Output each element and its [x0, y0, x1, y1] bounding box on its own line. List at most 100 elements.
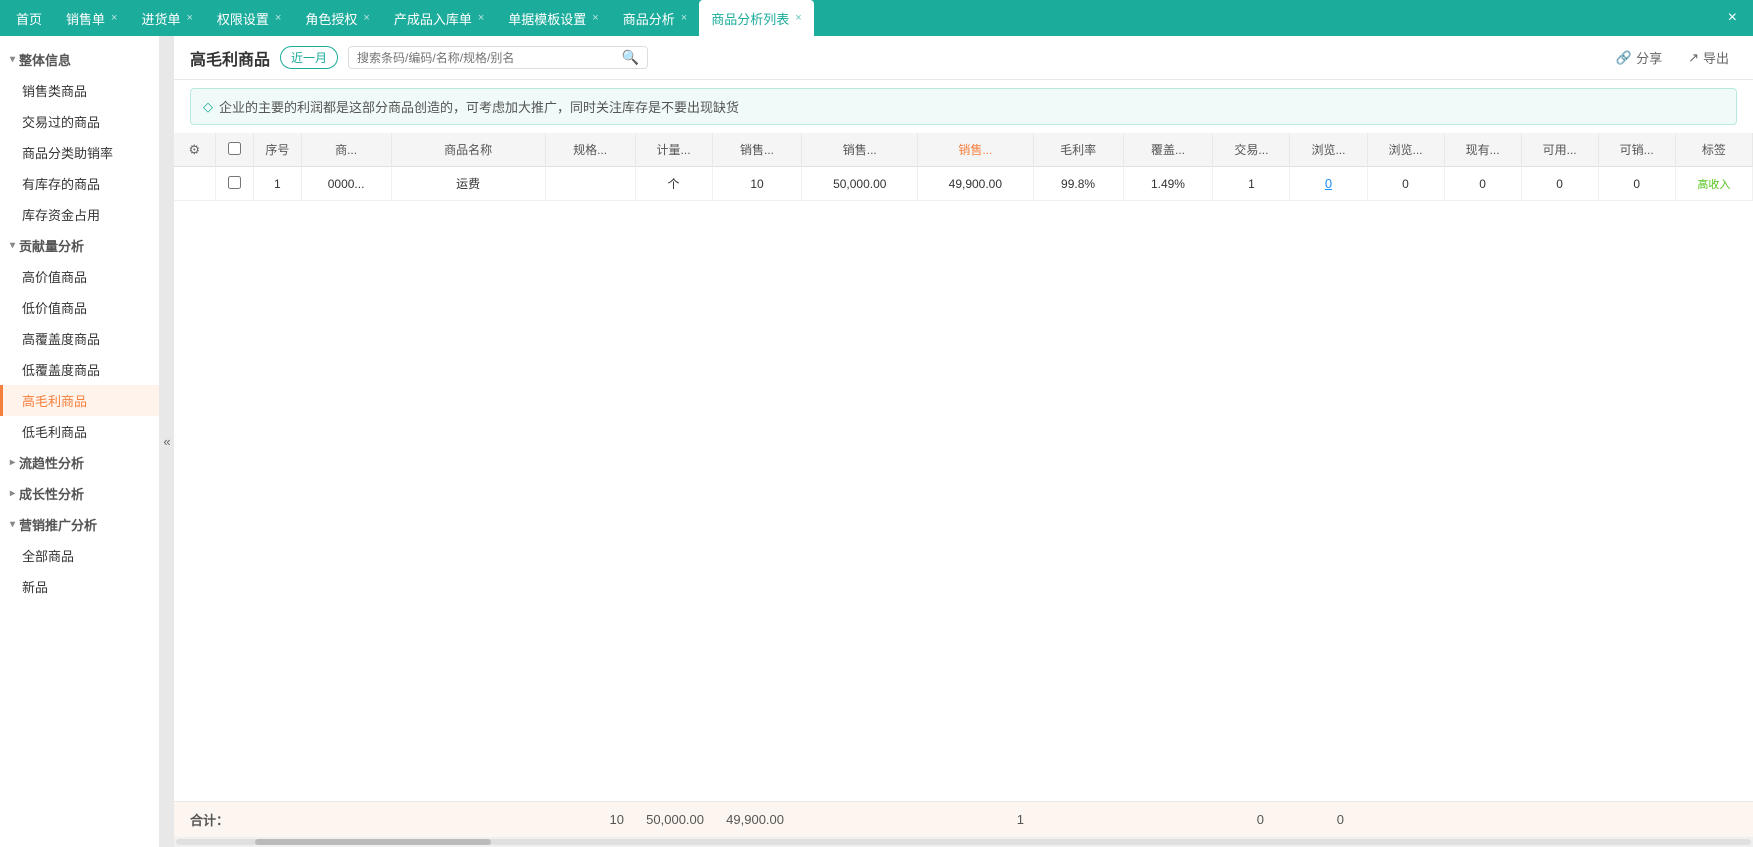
footer-label: 合计： — [190, 810, 250, 829]
tip-icon: ◇ — [203, 99, 213, 115]
col-sales-cost: 销售... — [918, 133, 1034, 167]
col-transactions: 交易... — [1213, 133, 1290, 167]
sidebar: ▾ 整体信息 销售类商品 交易过的商品 商品分类助销率 有库存的商品 库存资金占… — [0, 36, 160, 847]
footer-sales-qty: 10 — [560, 812, 640, 827]
cell-code: 0000... — [301, 167, 391, 201]
scrollbar-thumb[interactable] — [255, 839, 491, 845]
col-views1: 浏览... — [1290, 133, 1367, 167]
table-container[interactable]: ⚙ 序号 商... 商品名称 规格... 计量... 销售... 销售... 销… — [174, 133, 1753, 801]
arrow-right-icon: ▸ — [10, 457, 15, 468]
sidebar-item-in-stock[interactable]: 有库存的商品 — [0, 168, 159, 199]
cell-index: 1 — [254, 167, 302, 201]
col-coverage: 覆盖... — [1123, 133, 1213, 167]
close-tab-template[interactable]: × — [592, 12, 598, 24]
cell-checkbox[interactable] — [215, 167, 254, 201]
col-current-stock: 现有... — [1444, 133, 1521, 167]
share-icon: 🔗 — [1616, 50, 1632, 66]
sidebar-item-high-coverage[interactable]: 高覆盖度商品 — [0, 323, 159, 354]
col-gross-margin: 毛利率 — [1033, 133, 1123, 167]
info-banner: ◇ 企业的主要的利润都是这部分商品创造的，可考虑加大推广，同时关注库存是不要出现… — [190, 88, 1737, 125]
sidebar-item-high-margin[interactable]: 高毛利商品 — [0, 385, 159, 416]
settings-icon[interactable]: ⚙ — [188, 142, 200, 157]
sidebar-group-contribution[interactable]: ▾ 贡献量分析 — [0, 230, 159, 261]
tab-template[interactable]: 单据模板设置 × — [496, 0, 610, 36]
sidebar-toggle-button[interactable]: « — [160, 36, 174, 847]
tab-permissions[interactable]: 权限设置 × — [205, 0, 293, 36]
close-tab-sales[interactable]: × — [111, 12, 117, 24]
sidebar-wrapper: ▾ 整体信息 销售类商品 交易过的商品 商品分类助销率 有库存的商品 库存资金占… — [0, 36, 174, 847]
filter-period-button[interactable]: 近一月 — [280, 46, 338, 69]
col-available-stock: 可用... — [1521, 133, 1598, 167]
sidebar-group-marketing[interactable]: ▾ 营销推广分析 — [0, 509, 159, 540]
main-layout: ▾ 整体信息 销售类商品 交易过的商品 商品分类助销率 有库存的商品 库存资金占… — [0, 36, 1753, 847]
cell-sales-qty: 10 — [712, 167, 802, 201]
select-all-checkbox[interactable] — [228, 142, 241, 155]
tag-badge: 高收入 — [1697, 179, 1730, 191]
footer-empty3 — [430, 812, 500, 827]
sidebar-item-sales-goods[interactable]: 销售类商品 — [0, 75, 159, 106]
views1-link[interactable]: 0 — [1325, 176, 1332, 191]
export-button[interactable]: ↗ 导出 — [1680, 44, 1737, 71]
tab-home[interactable]: 首页 — [4, 0, 54, 36]
sidebar-group-trend[interactable]: ▸ 流趋性分析 — [0, 447, 159, 478]
sidebar-item-stock-funds[interactable]: 库存资金占用 — [0, 199, 159, 230]
close-tab-permissions[interactable]: × — [275, 12, 281, 24]
arrow-down-icon: ▾ — [10, 54, 15, 65]
top-navigation: 首页 销售单 × 进货单 × 权限设置 × 角色授权 × 产成品入库单 × 单据… — [0, 0, 1753, 36]
footer-empty4 — [500, 812, 560, 827]
page-title: 高毛利商品 — [190, 46, 270, 70]
col-views2: 浏览... — [1367, 133, 1444, 167]
close-tab-analysis-list[interactable]: × — [795, 12, 801, 24]
col-index: 序号 — [254, 133, 302, 167]
cell-unit: 个 — [635, 167, 712, 201]
share-button[interactable]: 🔗 分享 — [1608, 44, 1670, 71]
table-row: 1 0000... 运费 个 10 50,000.00 49,900.00 99… — [174, 167, 1753, 201]
col-code: 商... — [301, 133, 391, 167]
tab-purchase[interactable]: 进货单 × — [129, 0, 204, 36]
search-icon[interactable]: 🔍 — [622, 49, 639, 66]
content-header: 高毛利商品 近一月 🔍 🔗 分享 ↗ 导出 — [174, 36, 1753, 80]
tab-roles[interactable]: 角色授权 × — [293, 0, 381, 36]
sidebar-item-new-products[interactable]: 新品 — [0, 571, 159, 602]
cell-spec — [545, 167, 635, 201]
search-input[interactable] — [357, 51, 622, 65]
footer-sales-cost: 49,900.00 — [720, 812, 800, 827]
arrow-down-icon-3: ▾ — [10, 519, 15, 530]
horizontal-scrollbar[interactable] — [174, 837, 1753, 847]
footer-summary: 合计： 10 50,000.00 49,900.00 1 0 0 — [174, 801, 1753, 837]
window-close-button[interactable]: × — [1716, 9, 1749, 27]
content-area: 高毛利商品 近一月 🔍 🔗 分享 ↗ 导出 ◇ 企业的主要的利润都是这部分商品创… — [174, 36, 1753, 847]
footer-empty8 — [1120, 812, 1200, 827]
cell-sellable-stock: 0 — [1598, 167, 1675, 201]
cell-transactions: 1 — [1213, 167, 1290, 201]
sidebar-item-high-value[interactable]: 高价值商品 — [0, 261, 159, 292]
close-tab-roles[interactable]: × — [363, 12, 369, 24]
export-icon: ↗ — [1688, 50, 1699, 66]
row-checkbox[interactable] — [228, 176, 241, 189]
col-settings[interactable]: ⚙ — [174, 133, 215, 167]
tab-finished-goods[interactable]: 产成品入库单 × — [382, 0, 496, 36]
scrollbar-track[interactable] — [176, 839, 1751, 845]
sidebar-group-growth[interactable]: ▸ 成长性分析 — [0, 478, 159, 509]
cell-tag: 高收入 — [1675, 167, 1752, 201]
close-tab-purchase[interactable]: × — [186, 12, 192, 24]
footer-current-stock: 0 — [1200, 812, 1280, 827]
tab-analysis-list[interactable]: 商品分析列表 × — [699, 0, 813, 36]
sidebar-item-category-rate[interactable]: 商品分类助销率 — [0, 137, 159, 168]
footer-empty1 — [270, 812, 340, 827]
sidebar-group-overall[interactable]: ▾ 整体信息 — [0, 44, 159, 75]
footer-empty6 — [880, 812, 960, 827]
tab-product-analysis[interactable]: 商品分析 × — [611, 0, 699, 36]
col-checkbox[interactable] — [215, 133, 254, 167]
close-tab-finished-goods[interactable]: × — [478, 12, 484, 24]
sidebar-item-traded-goods[interactable]: 交易过的商品 — [0, 106, 159, 137]
sidebar-item-low-value[interactable]: 低价值商品 — [0, 292, 159, 323]
col-tag: 标签 — [1675, 133, 1752, 167]
sidebar-item-low-margin[interactable]: 低毛利商品 — [0, 416, 159, 447]
tab-sales[interactable]: 销售单 × — [54, 0, 129, 36]
sidebar-item-all-goods[interactable]: 全部商品 — [0, 540, 159, 571]
close-tab-product-analysis[interactable]: × — [681, 12, 687, 24]
sidebar-item-low-coverage[interactable]: 低覆盖度商品 — [0, 354, 159, 385]
arrow-right-icon-2: ▸ — [10, 488, 15, 499]
cell-views1[interactable]: 0 — [1290, 167, 1367, 201]
